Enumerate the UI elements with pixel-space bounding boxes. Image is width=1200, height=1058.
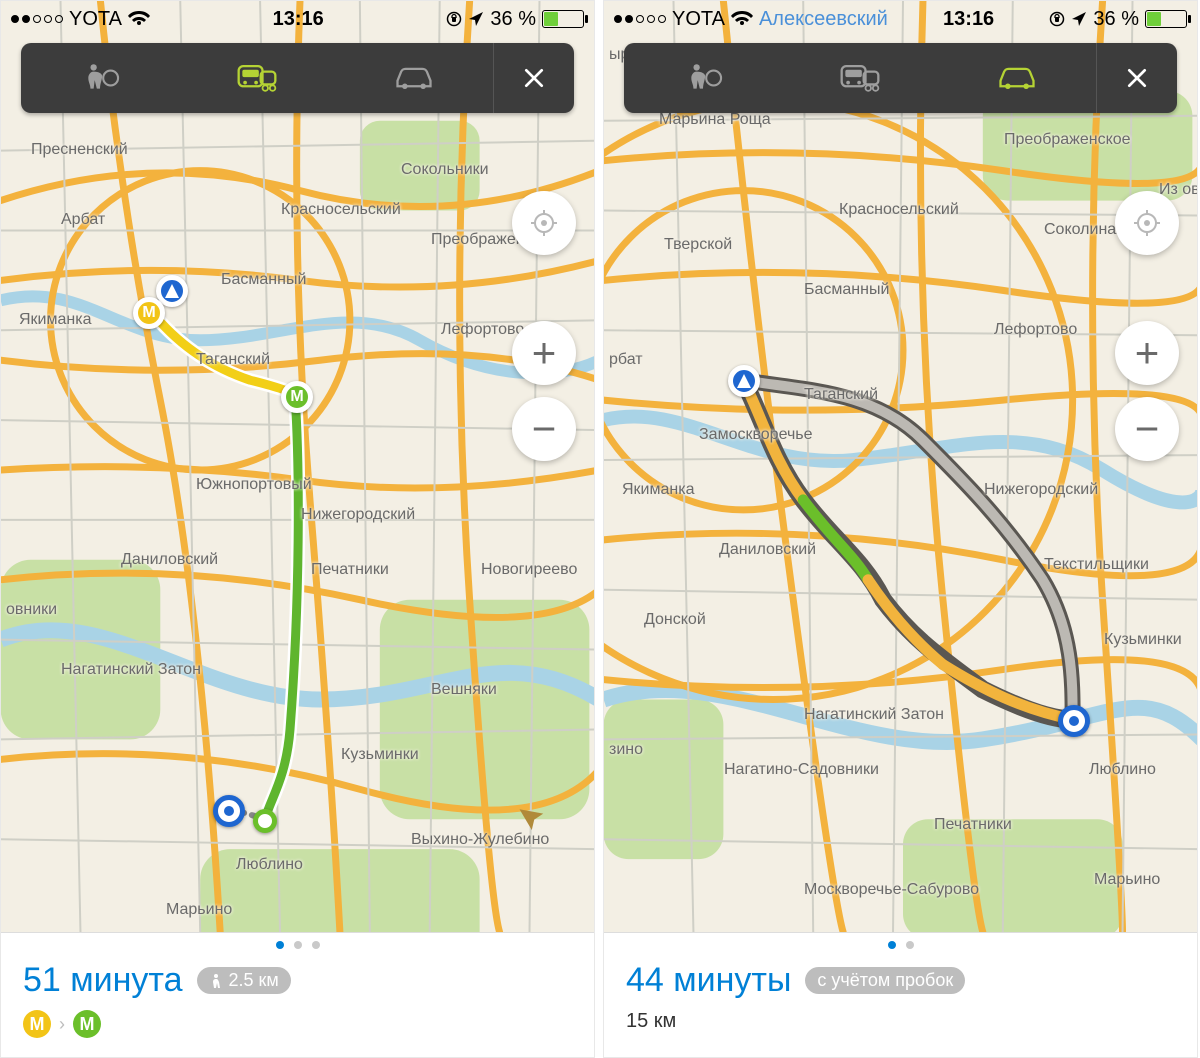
transport-tabbar bbox=[21, 43, 574, 113]
battery-pct: 36 % bbox=[1093, 8, 1139, 31]
location-icon bbox=[1071, 11, 1087, 27]
transport-tabbar bbox=[624, 43, 1177, 113]
traffic-pill: с учётом пробок bbox=[805, 967, 965, 994]
phone-right: YOTA Алексеевский 13:16 36 % bbox=[603, 0, 1198, 1058]
location-icon bbox=[468, 11, 484, 27]
zoom-controls: + − bbox=[1115, 321, 1179, 461]
status-left: YOTA Алексеевский bbox=[614, 8, 888, 31]
metro-badge-green: М bbox=[73, 1010, 101, 1038]
route-end-marker[interactable] bbox=[213, 795, 245, 827]
page-dot[interactable] bbox=[888, 941, 896, 949]
wifi-icon bbox=[128, 11, 150, 27]
page-dot[interactable] bbox=[906, 941, 914, 949]
status-right: 36 % bbox=[1049, 8, 1187, 31]
route-summary-panel[interactable]: 51 минута 2.5 км М › М bbox=[1, 932, 594, 1057]
status-left: YOTA bbox=[11, 8, 150, 31]
route-start-marker[interactable] bbox=[728, 365, 760, 397]
orientation-lock-icon bbox=[446, 11, 462, 27]
tab-transit[interactable] bbox=[781, 43, 938, 113]
page-dot[interactable] bbox=[294, 941, 302, 949]
orientation-lock-icon bbox=[1049, 11, 1065, 27]
route-duration: 51 минута 2.5 км bbox=[23, 961, 572, 1000]
signal-dots-icon bbox=[614, 15, 666, 23]
page-dot[interactable] bbox=[312, 941, 320, 949]
metro-green-marker[interactable]: М bbox=[281, 381, 313, 413]
tab-walk[interactable] bbox=[21, 43, 178, 113]
tab-car[interactable] bbox=[939, 43, 1096, 113]
status-time: 13:16 bbox=[943, 8, 994, 31]
tab-walk[interactable] bbox=[624, 43, 781, 113]
tab-close[interactable] bbox=[493, 43, 574, 113]
tab-close[interactable] bbox=[1096, 43, 1177, 113]
status-right: 36 % bbox=[446, 8, 584, 31]
route-summary-panel[interactable]: 44 минуты с учётом пробок 15 км bbox=[604, 932, 1197, 1057]
wifi-icon bbox=[731, 11, 753, 27]
page-dots bbox=[1, 941, 594, 949]
status-bar: YOTA Алексеевский 13:16 36 % bbox=[604, 1, 1197, 37]
map-canvas[interactable]: ырскийМарьина РощаПреображенскоеКрасносе… bbox=[604, 1, 1197, 932]
battery-icon bbox=[1145, 10, 1187, 28]
carrier-label: YOTA bbox=[69, 8, 122, 31]
zoom-in-button[interactable]: + bbox=[1115, 321, 1179, 385]
route-legs: М › М bbox=[23, 1010, 572, 1038]
zoom-in-button[interactable]: + bbox=[512, 321, 576, 385]
locate-button[interactable] bbox=[512, 191, 576, 255]
status-time: 13:16 bbox=[273, 8, 324, 31]
battery-icon bbox=[542, 10, 584, 28]
zoom-controls: + − bbox=[512, 321, 576, 461]
route-walk-end-marker[interactable] bbox=[253, 809, 277, 833]
metro-badge-yellow: М bbox=[23, 1010, 51, 1038]
route-distance: 15 км bbox=[626, 1010, 1175, 1033]
route-end-marker[interactable] bbox=[1058, 705, 1090, 737]
map-canvas[interactable]: ПресненскийАрбатЯкиманкаБасманныйТаганск… bbox=[1, 1, 594, 932]
walk-distance-pill: 2.5 км bbox=[197, 967, 291, 994]
carrier-label: YOTA bbox=[672, 8, 725, 31]
status-location-label: Алексеевский bbox=[759, 8, 888, 31]
signal-dots-icon bbox=[11, 15, 63, 23]
zoom-out-button[interactable]: − bbox=[512, 397, 576, 461]
tab-transit[interactable] bbox=[178, 43, 335, 113]
tab-car[interactable] bbox=[336, 43, 493, 113]
route-duration: 44 минуты с учётом пробок bbox=[626, 961, 1175, 1000]
page-dot[interactable] bbox=[276, 941, 284, 949]
phone-left: YOTA 13:16 36 % bbox=[0, 0, 595, 1058]
zoom-out-button[interactable]: − bbox=[1115, 397, 1179, 461]
locate-button[interactable] bbox=[1115, 191, 1179, 255]
page-dots bbox=[604, 941, 1197, 949]
status-bar: YOTA 13:16 36 % bbox=[1, 1, 594, 37]
metro-yellow-marker[interactable]: М bbox=[133, 297, 165, 329]
chevron-right-icon: › bbox=[59, 1014, 65, 1035]
battery-pct: 36 % bbox=[490, 8, 536, 31]
